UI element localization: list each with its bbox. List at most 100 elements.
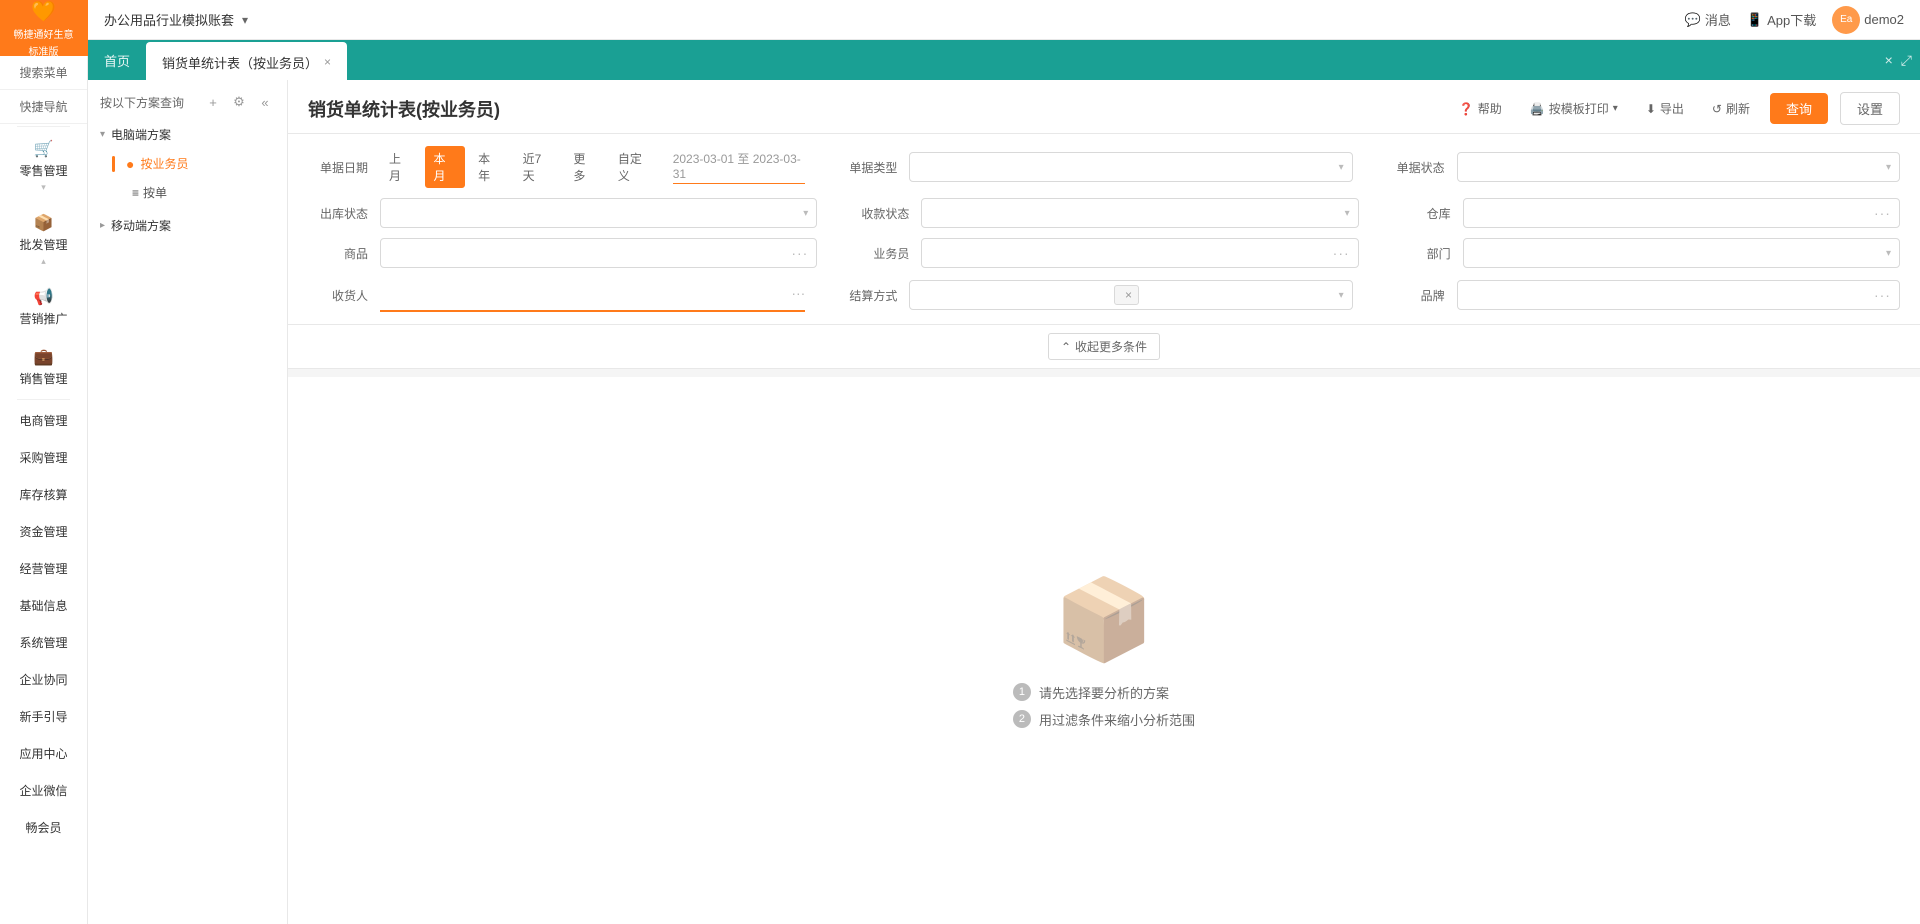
step-2-num: 2	[1013, 710, 1031, 728]
collapse-btn[interactable]: ⌃ 收起更多条件	[1048, 333, 1160, 360]
sidebar-item-ecommerce[interactable]: 电商管理	[0, 402, 87, 439]
sidebar-item-sales[interactable]: 💼 销售管理	[0, 337, 87, 397]
sidebar-item-system[interactable]: 系统管理	[0, 624, 87, 661]
sidebar-item-marketing[interactable]: 📢 营销推广	[0, 277, 87, 337]
collapse-panel-btn[interactable]: «	[255, 92, 275, 112]
tab-active[interactable]: 销货单统计表（按业务员） ×	[146, 42, 347, 82]
app-download-btn[interactable]: 📱 App下载	[1747, 10, 1816, 29]
help-btn[interactable]: ❓ 帮助	[1451, 96, 1510, 121]
topbar-dropdown[interactable]: ▾	[242, 13, 248, 27]
sidebar-search[interactable]: 搜索菜单	[0, 56, 87, 90]
dept-select[interactable]: ▾	[1463, 238, 1900, 268]
tab-home[interactable]: 首页	[88, 40, 146, 80]
consignee-input-wrapper: ···	[380, 278, 805, 312]
date-btn-custom[interactable]: 自定义	[609, 146, 661, 188]
filter-row-3: 商品 ··· 业务员 ··· 部门 ▾	[308, 238, 1900, 268]
section-pc-arrow: ▾	[100, 129, 105, 140]
home-label: 首页	[104, 51, 130, 70]
warehouse-select[interactable]: ···	[1463, 198, 1900, 228]
scheme-salesperson-label: 按业务员	[140, 155, 188, 172]
sidebar-item-newbie[interactable]: 新手引导	[0, 698, 87, 735]
sidebar-item-operations[interactable]: 经营管理	[0, 550, 87, 587]
maximize-icon[interactable]: ⤢	[1901, 52, 1912, 69]
date-btn-this-year[interactable]: 本年	[469, 146, 510, 188]
sidebar-item-enterprise[interactable]: 企业协同	[0, 661, 87, 698]
section-pc-title[interactable]: ▾ 电脑端方案	[88, 120, 287, 149]
main-container: 办公用品行业模拟账套 ▾ 💬 消息 📱 App下载 Ea demo2 首页	[88, 0, 1920, 924]
scheme-by-order[interactable]: ≡ 按单	[88, 178, 287, 207]
sidebar-item-purchase[interactable]: 采购管理	[0, 439, 87, 476]
refresh-btn[interactable]: ↺ 刷新	[1704, 96, 1758, 121]
receipt-status-select[interactable]: ▾	[921, 198, 1358, 228]
settlement-chevron: ▾	[1339, 290, 1344, 301]
member-label: 畅会员	[25, 819, 61, 836]
topbar-title: 办公用品行业模拟账套	[104, 10, 234, 29]
out-status-select[interactable]: ▾	[380, 198, 817, 228]
scheme-by-salesperson[interactable]: ● 按业务员	[88, 149, 287, 178]
sidebar-item-retail[interactable]: 🛒 零售管理 ▾	[0, 129, 87, 203]
settlement-select[interactable]: × ▾	[909, 280, 1352, 310]
receipt-status-label: 收款状态	[849, 205, 909, 222]
empty-steps: 1 请先选择要分析的方案 2 用过滤条件来缩小分析范围	[1013, 683, 1195, 729]
date-btn-more[interactable]: 更多	[564, 146, 605, 188]
settlement-label: 结算方式	[837, 287, 897, 304]
filter-row-2: 出库状态 ▾ 收款状态 ▾ 仓库 ···	[308, 198, 1900, 228]
add-scheme-btn[interactable]: +	[203, 92, 223, 112]
page-header: 销货单统计表(按业务员) ❓ 帮助 🖨️ 按模板打印 ▾ ⬇ 导出	[288, 80, 1920, 134]
settlement-tag: ×	[1114, 285, 1139, 305]
sidebar-logo: 🧡 畅捷通好生意 标准版	[0, 0, 88, 56]
app-download-label: App下载	[1767, 10, 1816, 29]
tab-window-controls: × ⤢	[1885, 52, 1912, 69]
divider-1	[17, 126, 69, 127]
section-mobile-title[interactable]: ▸ 移动端方案	[88, 211, 287, 240]
tab-close-icon[interactable]: ×	[324, 55, 331, 69]
date-btn-this-month[interactable]: 本月	[425, 146, 466, 188]
chevron-up-icon: ▴	[41, 256, 46, 267]
sidebar-item-wholesale[interactable]: 📦 批发管理 ▴	[0, 203, 87, 277]
print-btn[interactable]: 🖨️ 按模板打印 ▾	[1522, 96, 1626, 121]
logo-text: 畅捷通好生意	[14, 26, 74, 41]
salesperson-select[interactable]: ···	[921, 238, 1358, 268]
sidebar-quicknav[interactable]: 快捷导航	[0, 90, 87, 124]
empty-illustration: 📦	[1054, 573, 1154, 667]
marketing-label: 营销推广	[19, 310, 67, 327]
close-window-icon[interactable]: ×	[1885, 52, 1893, 69]
sidebar-item-member[interactable]: 畅会员	[0, 809, 87, 846]
retail-label: 零售管理	[19, 162, 67, 179]
sidebar: 🧡 畅捷通好生意 标准版 搜索菜单 快捷导航 🛒 零售管理 ▾ 📦 批发管理 ▴…	[0, 0, 88, 924]
receipt-status-chevron: ▾	[1345, 208, 1350, 219]
out-status-chevron: ▾	[803, 208, 808, 219]
goods-select[interactable]: ···	[380, 238, 817, 268]
active-tab-label: 销货单统计表（按业务员）	[162, 53, 318, 72]
brand-select[interactable]: ···	[1457, 280, 1900, 310]
export-btn[interactable]: ⬇ 导出	[1638, 96, 1692, 121]
sidebar-item-finance[interactable]: 资金管理	[0, 513, 87, 550]
date-btn-last-month[interactable]: 上月	[380, 146, 421, 188]
sidebar-item-basic[interactable]: 基础信息	[0, 587, 87, 624]
messages-btn[interactable]: 💬 消息	[1685, 10, 1731, 29]
settlement-tag-close[interactable]: ×	[1125, 288, 1132, 302]
step-2-text: 用过滤条件来缩小分析范围	[1039, 710, 1195, 729]
settings-scheme-btn[interactable]: ⚙	[229, 92, 249, 112]
collapse-bar: ⌃ 收起更多条件	[288, 325, 1920, 369]
purchase-label: 采购管理	[19, 449, 67, 466]
left-panel-actions: + ⚙ «	[203, 92, 275, 112]
wholesale-icon: 📦	[34, 213, 54, 233]
user-menu[interactable]: Ea demo2	[1832, 6, 1904, 34]
brand-dots: ···	[1874, 287, 1891, 303]
date-group: 上月 本月 本年 近7天 更多 自定义 2023-03-01 至 2023-03…	[380, 146, 805, 188]
setting-btn[interactable]: 设置	[1840, 92, 1900, 125]
scheme-order-label: 按单	[143, 184, 167, 201]
consignee-input[interactable]	[380, 278, 791, 308]
sidebar-item-inventory[interactable]: 库存核算	[0, 476, 87, 513]
date-btn-7days[interactable]: 近7天	[514, 146, 561, 188]
sidebar-item-appstore[interactable]: 应用中心	[0, 735, 87, 772]
enterprise-label: 企业协同	[19, 671, 67, 688]
ecommerce-label: 电商管理	[19, 412, 67, 429]
doc-status-select[interactable]: ▾	[1457, 152, 1900, 182]
step-1-num: 1	[1013, 683, 1031, 701]
doc-type-select[interactable]: ▾	[909, 152, 1352, 182]
query-btn[interactable]: 查询	[1770, 93, 1828, 124]
filter-area: 单据日期 上月 本月 本年 近7天 更多 自定义 2023-03-01 至 20…	[288, 134, 1920, 325]
sidebar-item-wechat[interactable]: 企业微信	[0, 772, 87, 809]
